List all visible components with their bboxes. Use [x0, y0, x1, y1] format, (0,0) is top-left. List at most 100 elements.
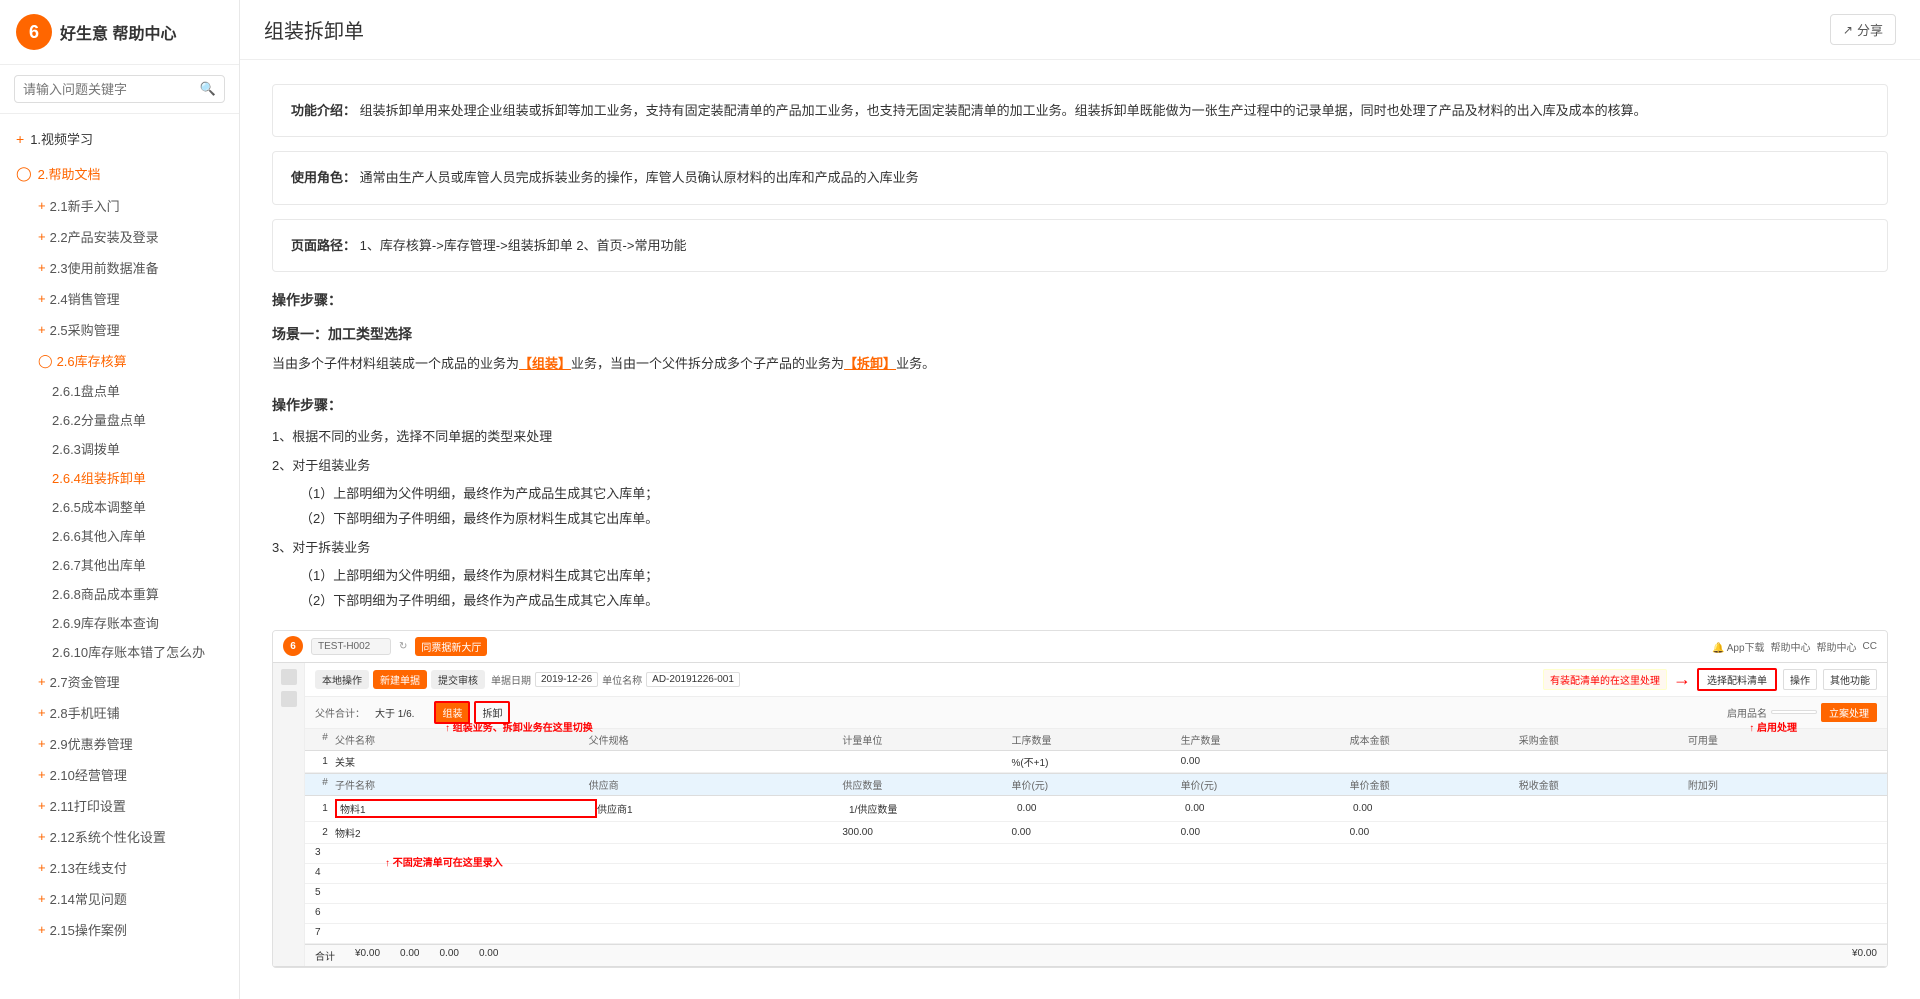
search-area: 🔍 — [0, 65, 239, 114]
sidebar-item-stock2[interactable]: 2.6.2分量盘点单 — [0, 405, 239, 434]
sidebar-item-inventory[interactable]: ◯ 2.6库存核算 — [0, 345, 239, 376]
search-icon[interactable]: 🔍 — [200, 81, 216, 97]
mock-screenshot: 6 TEST-H002 ↻ 同票据新大厅 🔔 App下载 帮助中心 帮助中心 C… — [273, 631, 1887, 967]
plus-icon-sm: + — [38, 705, 46, 720]
plus-icon-sm: + — [38, 798, 46, 813]
table-row-5: 5 ↑ 不固定清单可在这里录入 — [305, 884, 1887, 904]
step2-1: （1）上部明细为父件明细，最终作为产成品生成其它入库单； — [300, 482, 1888, 507]
screenshot-main-content: 本地操作 新建单据 提交审核 单据日期 2019-12-26 单位名称 AD-2… — [305, 663, 1887, 966]
icon-placeholder — [281, 669, 297, 685]
enable-input[interactable] — [1771, 710, 1817, 714]
main-header: 组装拆卸单 ↗ 分享 — [240, 0, 1920, 60]
path-text: 页面路径： 1、库存核算->库存管理->组装拆卸单 2、首页->常用功能 — [291, 234, 1869, 257]
company-field[interactable]: AD-20191226-001 — [646, 672, 740, 687]
screenshot-refresh-icon: ↻ — [399, 641, 407, 652]
step3-2: （2）下部明细为子件明细，最终作为产成品生成其它入库单。 — [300, 589, 1888, 614]
icon-placeholder2 — [281, 691, 297, 707]
screenshot-sub-toolbar: 父件合计： 大于 1/6. 组装 拆卸 ↑ 组装业务、拆卸业务在这里切换 — [305, 697, 1887, 729]
sidebar-item-stock7[interactable]: 2.6.7其他出库单 — [0, 550, 239, 579]
page-title: 组装拆卸单 — [264, 15, 364, 44]
annotation-enable: ↑ 启用处理 — [1749, 719, 1797, 734]
table-row-1: 1 关某 %(不+1) 0.00 — [305, 751, 1887, 773]
plus-icon-sm: + — [38, 829, 46, 844]
plus-icon-sm: + — [38, 767, 46, 782]
annotation-nofixed: ↑ 不固定清单可在这里录入 — [385, 854, 503, 869]
table-row-3: 3 — [305, 844, 1887, 864]
plus-icon-sm: + — [38, 860, 46, 875]
tab-button-3[interactable]: 提交审核 — [431, 670, 485, 689]
sidebar-item-system[interactable]: + 2.12系统个性化设置 — [0, 821, 239, 852]
action-btn-2[interactable]: 其他功能 — [1823, 669, 1877, 690]
arrow-right: → — [1673, 669, 1691, 690]
confirm-btn[interactable]: 立案处理 — [1821, 703, 1877, 722]
screenshot-tab-buttons: 本地操作 新建单据 提交审核 — [315, 670, 485, 689]
sidebar-item-print[interactable]: + 2.11打印设置 — [0, 790, 239, 821]
plus-icon-sm: + — [38, 229, 46, 244]
screenshot-notice: 有装配清单的在这里处理 — [1543, 669, 1667, 690]
plus-icon-sm: + — [38, 891, 46, 906]
date-field[interactable]: 2019-12-26 — [535, 672, 598, 687]
plus-icon-sm: + — [38, 291, 46, 306]
step2: 2、对于组装业务 — [272, 454, 1888, 479]
logo-icon: 6 — [16, 14, 52, 50]
ops-title: 操作步骤： — [272, 290, 1888, 310]
sidebar-item-ops[interactable]: + 2.10经营管理 — [0, 759, 239, 790]
share-button[interactable]: ↗ 分享 — [1830, 14, 1896, 45]
role-block: 使用角色： 通常由生产人员或库管人员完成拆装业务的操作，库管人员确认原材料的出库… — [272, 151, 1888, 204]
sidebar-item-stock10[interactable]: 2.6.10库存账本错了怎么办 — [0, 637, 239, 666]
sidebar-item-online[interactable]: + 2.13在线支付 — [0, 852, 239, 883]
search-box[interactable]: 🔍 — [14, 75, 225, 103]
screenshot-icons: 🔔 App下载 帮助中心 帮助中心 CC — [1712, 639, 1877, 654]
sidebar-item-data[interactable]: + 2.3使用前数据准备 — [0, 252, 239, 283]
minus-icon-sm: ◯ — [38, 353, 53, 369]
action-btn-1[interactable]: 操作 — [1783, 669, 1817, 690]
sidebar-item-case[interactable]: + 2.15操作案例 — [0, 914, 239, 945]
logo-text: 好生意 帮助中心 — [60, 20, 176, 44]
sidebar-item-stock5[interactable]: 2.6.5成本调整单 — [0, 492, 239, 521]
sidebar-item-purchase[interactable]: + 2.5采购管理 — [0, 314, 239, 345]
plus-icon-sm: + — [38, 260, 46, 275]
ops-title2: 操作步骤： — [272, 395, 1888, 415]
step3: 3、对于拆装业务 — [272, 536, 1888, 561]
sidebar-item-stock1[interactable]: 2.6.1盘点单 — [0, 376, 239, 405]
sidebar-item-stock3[interactable]: 2.6.3调拨单 — [0, 434, 239, 463]
tab-button-1[interactable]: 本地操作 — [315, 670, 369, 689]
sidebar-item-stock6[interactable]: 2.6.6其他入库单 — [0, 521, 239, 550]
screenshot-table: # 父件名称 父件规格 计量单位 工序数量 生产数量 成本金额 采购金额 可用量 — [305, 729, 1887, 944]
table-row-material1: 1 物料1 供应商1 1/供应数量 0.00 0.00 0.00 — [305, 796, 1887, 822]
plus-icon-sm: + — [38, 736, 46, 751]
intro-text: 功能介绍： 组装拆卸单用来处理企业组装或拆卸等加工业务，支持有固定装配清单的产品… — [291, 99, 1869, 122]
sidebar-item-mobile[interactable]: + 2.8手机旺铺 — [0, 697, 239, 728]
step1: 1、根据不同的业务，选择不同单据的类型来处理 — [272, 425, 1888, 450]
screenshot-logo: 6 — [283, 636, 303, 656]
sidebar-item-stock8[interactable]: 2.6.8商品成本重算 — [0, 579, 239, 608]
sidebar-item-coupon[interactable]: + 2.9优惠券管理 — [0, 728, 239, 759]
sidebar-item-videos[interactable]: + 1.视频学习 — [0, 122, 239, 155]
sidebar: 6 好生意 帮助中心 🔍 + 1.视频学习 ◯ 2.帮助文档 + 2.1新手入门 — [0, 0, 240, 999]
path-block: 页面路径： 1、库存核算->库存管理->组装拆卸单 2、首页->常用功能 — [272, 219, 1888, 272]
sidebar-item-newbie[interactable]: + 2.1新手入门 — [0, 190, 239, 221]
sidebar-item-stock9[interactable]: 2.6.9库存账本查询 — [0, 608, 239, 637]
sidebar-item-faq[interactable]: + 2.14常见问题 — [0, 883, 239, 914]
screenshot-url: TEST-H002 — [311, 638, 391, 655]
nav-list: + 1.视频学习 ◯ 2.帮助文档 + 2.1新手入门 + 2.2产品安装及登录 — [0, 114, 239, 999]
table-row-7: 7 — [305, 924, 1887, 944]
sidebar-item-install[interactable]: + 2.2产品安装及登录 — [0, 221, 239, 252]
material-name-cell[interactable]: 物料1 — [335, 799, 597, 818]
sidebar-item-finance[interactable]: + 2.7资金管理 — [0, 666, 239, 697]
screenshot-right-area: 有装配清单的在这里处理 → 选择配料清单 操作 其他功能 — [1543, 668, 1877, 691]
sidebar-item-docs[interactable]: ◯ 2.帮助文档 — [0, 157, 239, 190]
search-input[interactable] — [23, 82, 200, 97]
sidebar-item-label: 1.视频学习 — [30, 129, 93, 148]
table-sub-header: # 子件名称 供应商 供应数量 单价(元) 单价(元) 单价金额 税收金额 附加… — [305, 773, 1887, 796]
screenshot-nav-btn: 同票据新大厅 — [415, 637, 487, 656]
tab-button-2[interactable]: 新建单据 — [373, 670, 427, 689]
plus-icon-sm: + — [38, 922, 46, 937]
sidebar-item-stock4[interactable]: 2.6.4组装拆卸单 — [0, 463, 239, 492]
nav-group-docs: ◯ 2.帮助文档 + 2.1新手入门 + 2.2产品安装及登录 + 2.3使用前… — [0, 157, 239, 945]
plus-icon-sm: + — [38, 674, 46, 689]
select-bom-btn[interactable]: 选择配料清单 — [1697, 668, 1777, 691]
sidebar-item-sales[interactable]: + 2.4销售管理 — [0, 283, 239, 314]
content-inner: 功能介绍： 组装拆卸单用来处理企业组装或拆卸等加工业务，支持有固定装配清单的产品… — [240, 60, 1920, 999]
screenshot-toolbar: 本地操作 新建单据 提交审核 单据日期 2019-12-26 单位名称 AD-2… — [305, 663, 1887, 697]
